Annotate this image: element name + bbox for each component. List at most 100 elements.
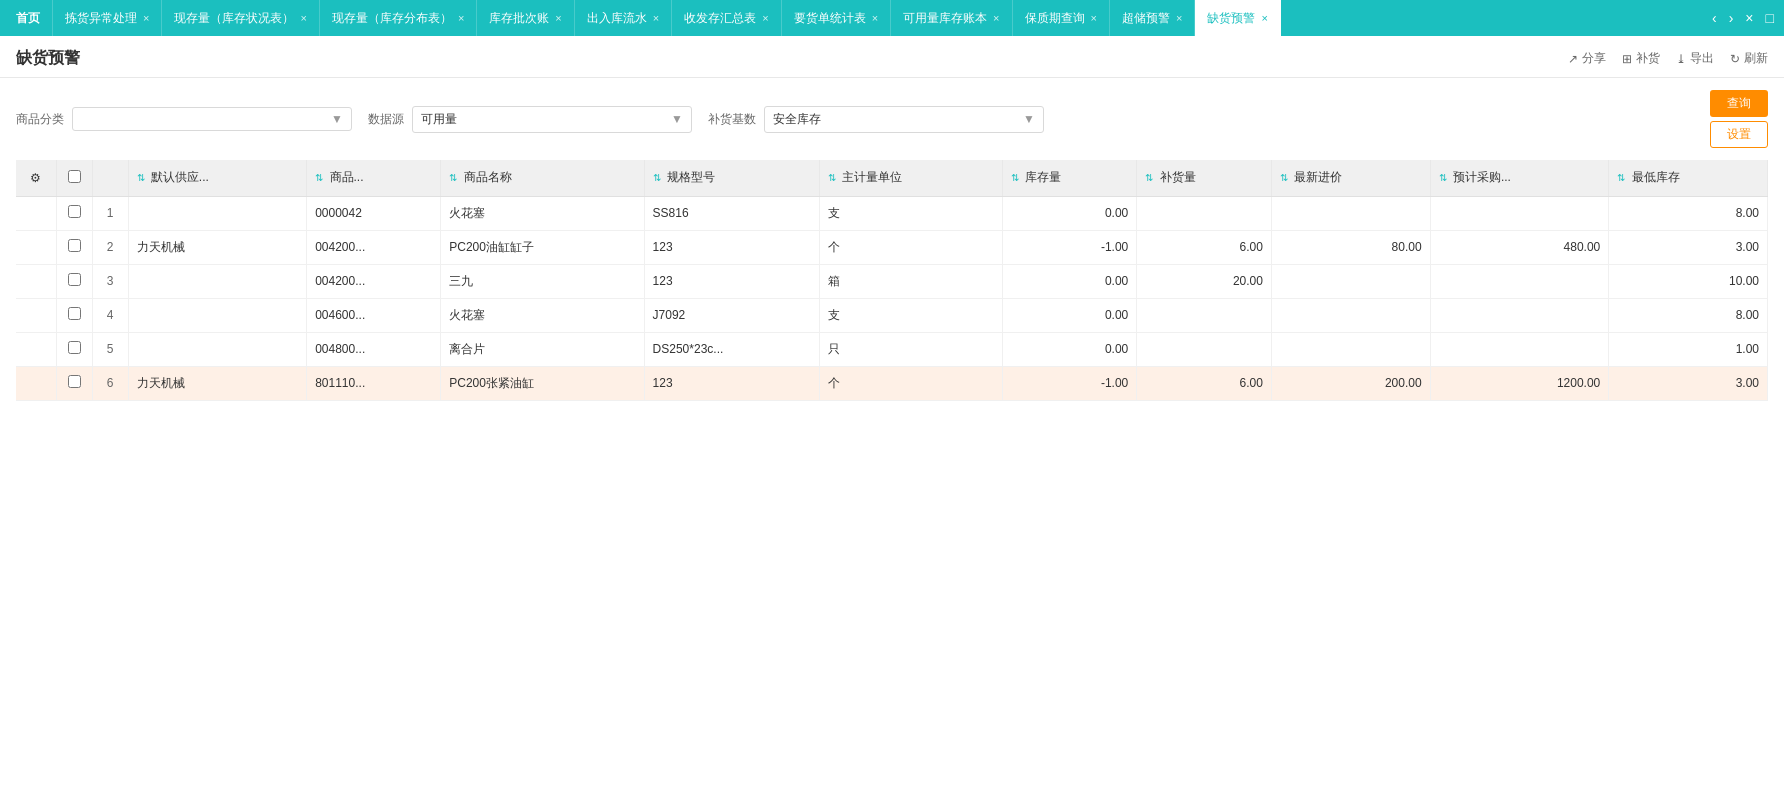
row-checkbox-cell[interactable] (56, 230, 92, 264)
row-est-purchase (1430, 298, 1609, 332)
replenish-base-filter-group: 补货基数 安全库存 ▼ (708, 106, 1044, 133)
row-stock: 0.00 (1002, 264, 1137, 298)
col-est-purchase[interactable]: ⇅ 预计采购... (1430, 160, 1609, 196)
col-sort-icon-6: ⇅ (1011, 172, 1019, 183)
tab-abnormal-close[interactable]: × (143, 12, 149, 24)
query-button[interactable]: 查询 (1710, 90, 1768, 117)
row-supplier (128, 264, 307, 298)
replenish-base-select[interactable]: 安全库存 ▼ (764, 106, 1044, 133)
tab-shortage-close[interactable]: × (1261, 12, 1267, 24)
settings-button[interactable]: 设置 (1710, 121, 1768, 148)
row-spec: 123 (644, 230, 819, 264)
col-checkbox[interactable] (56, 160, 92, 196)
row-checkbox-cell[interactable] (56, 298, 92, 332)
tab-available-ledger[interactable]: 可用量库存账本 × (891, 0, 1012, 36)
row-checkbox[interactable] (68, 205, 81, 218)
tab-receive-summary-close[interactable]: × (762, 12, 768, 24)
col-unit[interactable]: ⇅ 主计量单位 (819, 160, 1002, 196)
row-spec: DS250*23c... (644, 332, 819, 366)
table-body: 1 0000042 火花塞 SS816 支 0.00 8.00 2 力天机械 0… (16, 196, 1768, 400)
row-replenish-qty (1137, 196, 1272, 230)
tab-shortage-label: 缺货预警 (1207, 10, 1255, 27)
row-product-name: 火花塞 (441, 196, 644, 230)
tab-overstock[interactable]: 超储预警 × (1110, 0, 1195, 36)
col-default-supplier[interactable]: ⇅ 默认供应... (128, 160, 307, 196)
col-latest-price[interactable]: ⇅ 最新进价 (1271, 160, 1430, 196)
tab-order-stats[interactable]: 要货单统计表 × (782, 0, 891, 36)
col-default-supplier-label: 默认供应... (151, 170, 209, 184)
row-replenish-qty: 6.00 (1137, 230, 1272, 264)
col-stock[interactable]: ⇅ 库存量 (1002, 160, 1137, 196)
datasource-label: 数据源 (368, 111, 404, 128)
tab-available-ledger-close[interactable]: × (993, 12, 999, 24)
col-sort-icon-8: ⇅ (1280, 172, 1288, 183)
tab-order-stats-close[interactable]: × (872, 12, 878, 24)
tab-expiry-close[interactable]: × (1091, 12, 1097, 24)
share-icon: ↗ (1568, 52, 1578, 66)
table-row: 4 004600... 火花塞 J7092 支 0.00 8.00 (16, 298, 1768, 332)
row-checkbox[interactable] (68, 375, 81, 388)
tab-shortage[interactable]: 缺货预警 × (1195, 0, 1280, 36)
row-stock: -1.00 (1002, 230, 1137, 264)
row-product-name: PC200张紧油缸 (441, 366, 644, 400)
row-latest-price (1271, 264, 1430, 298)
tab-abnormal[interactable]: 拣货异常处理 × (53, 0, 162, 36)
tab-abnormal-label: 拣货异常处理 (65, 10, 137, 27)
tab-expiry[interactable]: 保质期查询 × (1013, 0, 1110, 36)
row-checkbox[interactable] (68, 239, 81, 252)
tab-expiry-label: 保质期查询 (1025, 10, 1085, 27)
tab-overstock-close[interactable]: × (1176, 12, 1182, 24)
share-button[interactable]: ↗ 分享 (1568, 50, 1606, 67)
row-latest-price (1271, 332, 1430, 366)
tab-home-label: 首页 (16, 10, 40, 27)
row-spec: SS816 (644, 196, 819, 230)
col-product-name[interactable]: ⇅ 商品名称 (441, 160, 644, 196)
row-product-name: PC200油缸缸子 (441, 230, 644, 264)
row-num: 2 (92, 230, 128, 264)
row-checkbox-cell[interactable] (56, 332, 92, 366)
row-stock: 0.00 (1002, 196, 1137, 230)
row-stock: 0.00 (1002, 332, 1137, 366)
tab-inout-flow[interactable]: 出入库流水 × (575, 0, 672, 36)
tab-close-all-btn[interactable]: × (1739, 10, 1759, 26)
row-checkbox-cell[interactable] (56, 264, 92, 298)
tab-inventory-status[interactable]: 现存量（库存状况表） × (162, 0, 319, 36)
category-select[interactable]: ▼ (72, 107, 352, 131)
tab-overstock-label: 超储预警 (1122, 10, 1170, 27)
share-label: 分享 (1582, 50, 1606, 67)
row-replenish-qty: 20.00 (1137, 264, 1272, 298)
col-replenish-qty[interactable]: ⇅ 补货量 (1137, 160, 1272, 196)
tab-order-stats-label: 要货单统计表 (794, 10, 866, 27)
col-min-stock-label: 最低库存 (1632, 170, 1680, 184)
export-button[interactable]: ⤓ 导出 (1676, 50, 1714, 67)
row-unit: 个 (819, 366, 1002, 400)
col-product-code[interactable]: ⇅ 商品... (307, 160, 441, 196)
refresh-button[interactable]: ↻ 刷新 (1730, 50, 1768, 67)
tab-receive-summary[interactable]: 收发存汇总表 × (672, 0, 781, 36)
tab-inventory-dist[interactable]: 现存量（库存分布表） × (320, 0, 477, 36)
row-est-purchase (1430, 196, 1609, 230)
tab-home[interactable]: 首页 (4, 0, 53, 36)
tab-next-btn[interactable]: › (1723, 10, 1740, 26)
col-gear[interactable]: ⚙ (16, 160, 56, 196)
tab-prev-btn[interactable]: ‹ (1706, 10, 1723, 26)
tab-inventory-dist-close[interactable]: × (458, 12, 464, 24)
col-unit-label: 主计量单位 (842, 170, 902, 184)
row-unit: 只 (819, 332, 1002, 366)
row-checkbox-cell[interactable] (56, 196, 92, 230)
tab-batch[interactable]: 库存批次账 × (477, 0, 574, 36)
replenish-button[interactable]: ⊞ 补货 (1622, 50, 1660, 67)
tab-inventory-status-close[interactable]: × (300, 12, 306, 24)
row-checkbox[interactable] (68, 307, 81, 320)
col-stock-label: 库存量 (1025, 170, 1061, 184)
col-min-stock[interactable]: ⇅ 最低库存 (1609, 160, 1768, 196)
datasource-select[interactable]: 可用量 ▼ (412, 106, 692, 133)
select-all-checkbox[interactable] (68, 170, 81, 183)
tab-inout-flow-close[interactable]: × (653, 12, 659, 24)
row-checkbox[interactable] (68, 273, 81, 286)
tab-batch-close[interactable]: × (555, 12, 561, 24)
col-spec[interactable]: ⇅ 规格型号 (644, 160, 819, 196)
tab-maximize-btn[interactable]: □ (1760, 10, 1780, 26)
row-checkbox-cell[interactable] (56, 366, 92, 400)
row-checkbox[interactable] (68, 341, 81, 354)
